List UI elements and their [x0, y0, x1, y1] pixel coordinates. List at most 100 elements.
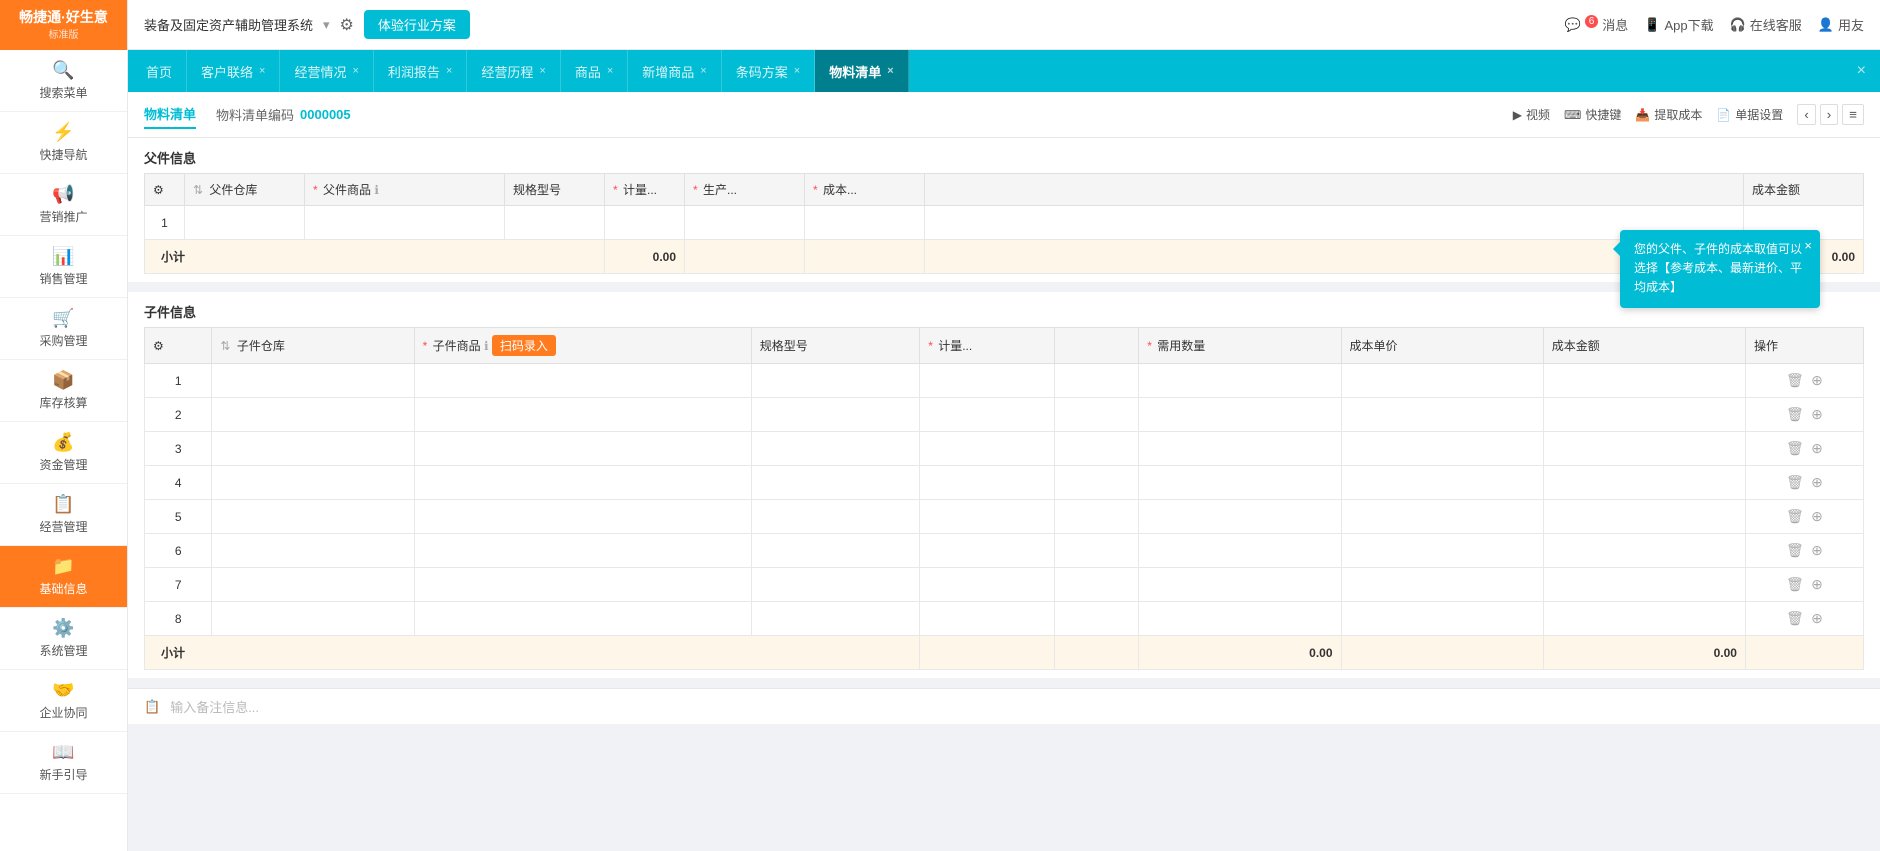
tab-new-goods-close[interactable]: ×: [700, 65, 706, 77]
tab-goods-close[interactable]: ×: [607, 65, 613, 77]
child-row-amount[interactable]: [1543, 602, 1745, 636]
child-row-goods[interactable]: [414, 432, 751, 466]
sidebar-item-inventory[interactable]: 📦 库存核算: [0, 360, 127, 422]
child-row-qty[interactable]: [1139, 398, 1341, 432]
child-row-qty[interactable]: [1139, 500, 1341, 534]
user-item[interactable]: 👤 用友: [1818, 15, 1864, 34]
child-row-unit[interactable]: [920, 432, 1055, 466]
sidebar-item-search[interactable]: 🔍 搜索菜单: [0, 50, 127, 112]
copy-icon[interactable]: ⊕: [1811, 610, 1823, 626]
child-row-warehouse[interactable]: [212, 432, 414, 466]
child-row-spec[interactable]: [751, 602, 920, 636]
child-row-amount[interactable]: [1543, 466, 1745, 500]
tab-bom-close[interactable]: ×: [887, 65, 893, 77]
sidebar-item-basic-info[interactable]: 📁 基础信息: [0, 546, 127, 608]
tab-home[interactable]: 首页: [132, 50, 187, 92]
delete-icon[interactable]: 🗑: [1786, 610, 1804, 626]
delete-icon[interactable]: 🗑: [1786, 542, 1804, 558]
child-row-unit-price[interactable]: [1341, 398, 1543, 432]
copy-icon[interactable]: ⊕: [1811, 440, 1823, 456]
tab-operations-close[interactable]: ×: [352, 65, 358, 77]
delete-icon[interactable]: 🗑: [1786, 440, 1804, 456]
copy-icon[interactable]: ⊕: [1811, 508, 1823, 524]
child-row-warehouse[interactable]: [212, 466, 414, 500]
child-row-goods[interactable]: [414, 568, 751, 602]
tab-bom[interactable]: 物料清单 ×: [815, 50, 908, 92]
parent-row-warehouse[interactable]: [185, 206, 305, 240]
delete-icon[interactable]: 🗑: [1786, 474, 1804, 490]
child-row-unit-price[interactable]: [1341, 364, 1543, 398]
child-row-unit[interactable]: [920, 568, 1055, 602]
parent-row-goods[interactable]: [305, 206, 505, 240]
child-row-amount[interactable]: [1543, 398, 1745, 432]
online-service-item[interactable]: 🎧 在线客服: [1730, 15, 1802, 34]
extract-cost-action[interactable]: 📥 提取成本: [1635, 106, 1702, 123]
child-row-warehouse[interactable]: [212, 602, 414, 636]
sidebar-item-operations[interactable]: 📋 经营管理: [0, 484, 127, 546]
sidebar-item-sales[interactable]: 📊 销售管理: [0, 236, 127, 298]
child-row-unit[interactable]: [920, 466, 1055, 500]
child-row-qty[interactable]: [1139, 364, 1341, 398]
child-row-spec[interactable]: [751, 398, 920, 432]
sidebar-item-quick-nav[interactable]: ⚡ 快捷导航: [0, 112, 127, 174]
child-row-unit[interactable]: [920, 364, 1055, 398]
message-item[interactable]: 💬 6 消息: [1565, 15, 1629, 34]
child-row-spec[interactable]: [751, 534, 920, 568]
child-row-unit-price[interactable]: [1341, 432, 1543, 466]
child-row-warehouse[interactable]: [212, 534, 414, 568]
parent-row-unit[interactable]: [605, 206, 685, 240]
child-row-amount[interactable]: [1543, 500, 1745, 534]
tab-operations-status[interactable]: 经营情况 ×: [280, 50, 373, 92]
parent-row-cost[interactable]: [805, 206, 925, 240]
app-download-item[interactable]: 📱 App下载: [1644, 15, 1713, 34]
child-row-unit[interactable]: [920, 534, 1055, 568]
settings-button[interactable]: ⚙: [340, 15, 354, 35]
child-row-unit-price[interactable]: [1341, 534, 1543, 568]
child-row-qty[interactable]: [1139, 466, 1341, 500]
child-row-warehouse[interactable]: [212, 398, 414, 432]
tab-history[interactable]: 经营历程 ×: [467, 50, 560, 92]
child-row-amount[interactable]: [1543, 432, 1745, 466]
parent-row-spec[interactable]: [505, 206, 605, 240]
tab-customers[interactable]: 客户联络 ×: [187, 50, 280, 92]
delete-icon[interactable]: 🗑: [1786, 576, 1804, 592]
child-row-unit[interactable]: [920, 500, 1055, 534]
sidebar-item-guide[interactable]: 📖 新手引导: [0, 732, 127, 794]
delete-icon[interactable]: 🗑: [1786, 372, 1804, 388]
sidebar-item-finance[interactable]: 💰 资金管理: [0, 422, 127, 484]
child-row-qty[interactable]: [1139, 602, 1341, 636]
parent-row-prod[interactable]: [685, 206, 805, 240]
expand-button[interactable]: ≡: [1842, 104, 1864, 125]
tab-barcode[interactable]: 条码方案 ×: [722, 50, 815, 92]
child-row-goods[interactable]: [414, 534, 751, 568]
dropdown-icon[interactable]: ▾: [323, 17, 330, 33]
copy-icon[interactable]: ⊕: [1811, 576, 1823, 592]
scan-button[interactable]: 扫码录入: [492, 335, 556, 356]
child-row-unit[interactable]: [920, 602, 1055, 636]
child-row-amount[interactable]: [1543, 534, 1745, 568]
child-row-warehouse[interactable]: [212, 364, 414, 398]
child-th-settings[interactable]: ⚙: [145, 328, 212, 364]
child-row-spec[interactable]: [751, 432, 920, 466]
tab-goods[interactable]: 商品 ×: [561, 50, 628, 92]
single-settings-action[interactable]: 📄 单据设置: [1716, 106, 1783, 123]
delete-icon[interactable]: 🗑: [1786, 508, 1804, 524]
copy-icon[interactable]: ⊕: [1811, 542, 1823, 558]
tab-barcode-close[interactable]: ×: [794, 65, 800, 77]
sidebar-item-purchase[interactable]: 🛒 采购管理: [0, 298, 127, 360]
trial-button[interactable]: 体验行业方案: [364, 10, 470, 39]
child-row-qty[interactable]: [1139, 432, 1341, 466]
child-row-unit[interactable]: [920, 398, 1055, 432]
child-row-unit-price[interactable]: [1341, 466, 1543, 500]
child-row-unit-price[interactable]: [1341, 568, 1543, 602]
note-placeholder[interactable]: 输入备注信息...: [170, 697, 259, 716]
sidebar-item-system[interactable]: ⚙️ 系统管理: [0, 608, 127, 670]
tooltip-close-button[interactable]: ×: [1804, 236, 1812, 257]
child-row-goods[interactable]: [414, 364, 751, 398]
child-row-qty[interactable]: [1139, 568, 1341, 602]
child-row-goods[interactable]: [414, 398, 751, 432]
child-row-spec[interactable]: [751, 364, 920, 398]
tab-new-goods[interactable]: 新增商品 ×: [628, 50, 721, 92]
child-row-warehouse[interactable]: [212, 568, 414, 602]
copy-icon[interactable]: ⊕: [1811, 474, 1823, 490]
